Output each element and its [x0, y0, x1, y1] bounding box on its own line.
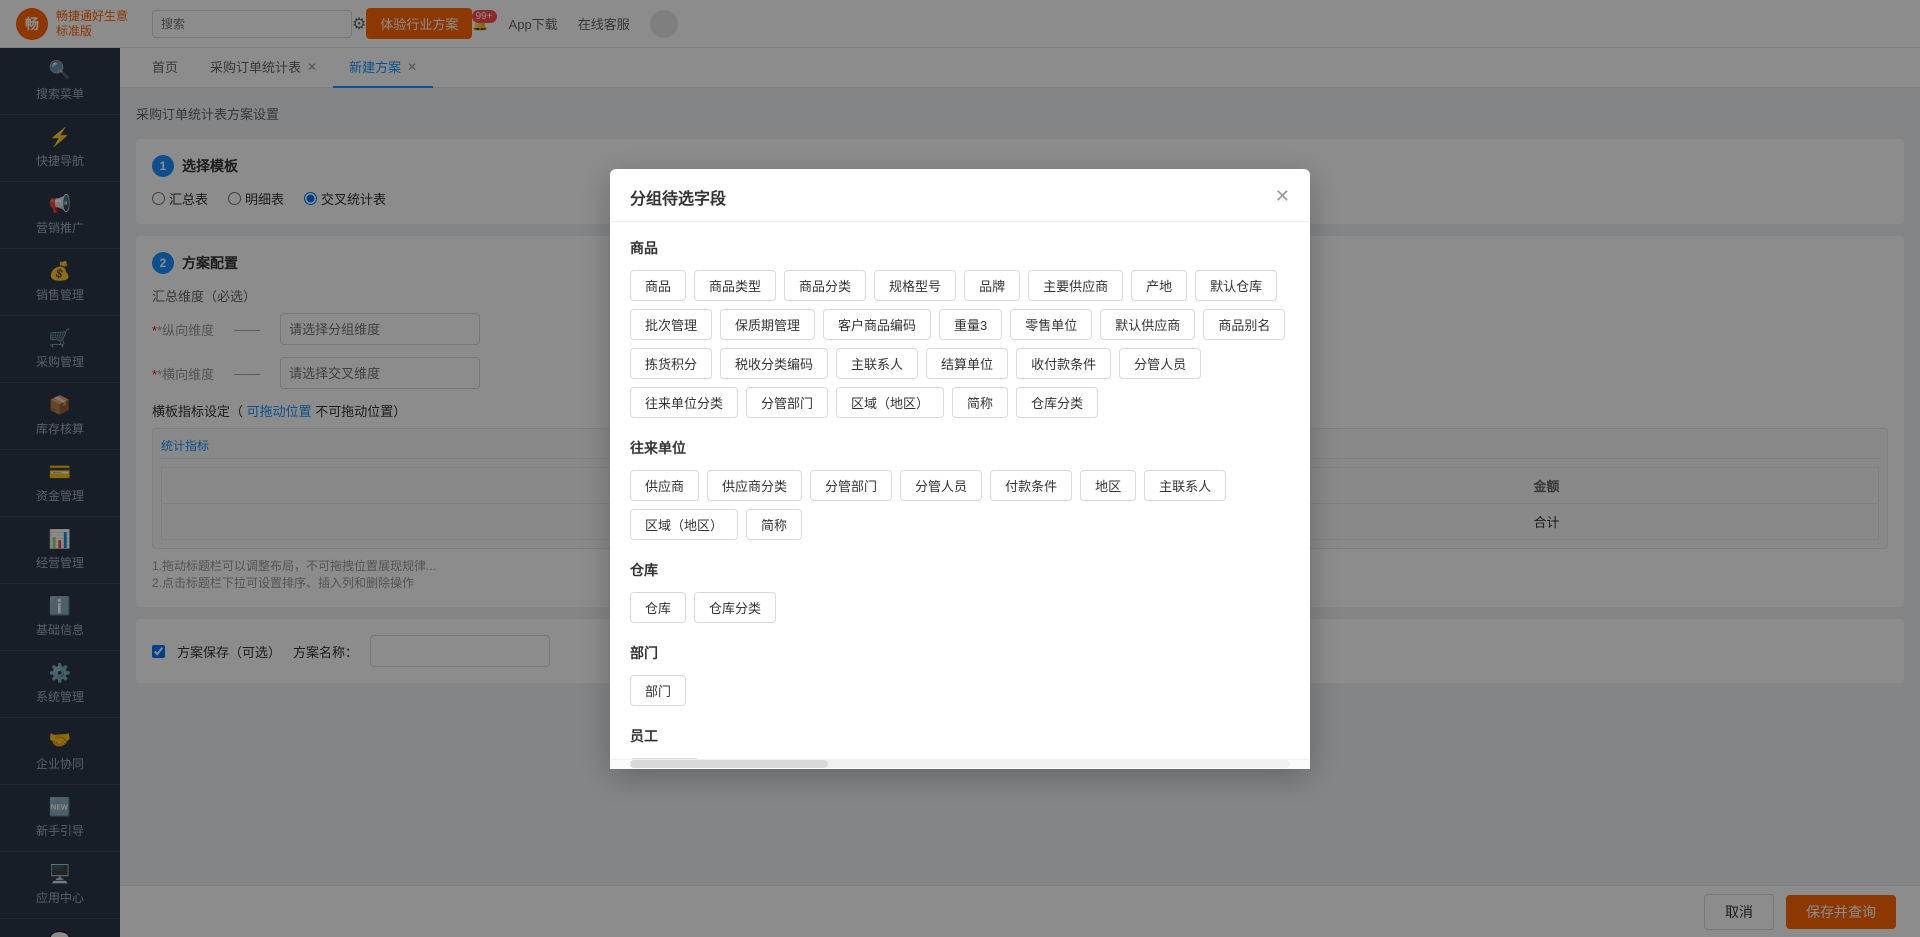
- section-title-4: 员工: [630, 726, 1290, 746]
- field-tag-default_warehouse[interactable]: 默认仓库: [1195, 270, 1277, 301]
- field-tag-warehouse[interactable]: 仓库: [630, 592, 686, 623]
- section-title-1: 往来单位: [630, 438, 1290, 458]
- field-section-1: 往来单位供应商供应商分类分管部门分管人员付款条件地区主联系人区域（地区） 简称: [630, 438, 1290, 540]
- field-tag-settlement_unit[interactable]: 结算单位: [926, 348, 1008, 379]
- field-tag-unit_region[interactable]: 区域（地区）: [630, 509, 738, 540]
- scrollbar-thumb: [630, 760, 828, 768]
- field-tag-charge_person[interactable]: 分管人员: [1119, 348, 1201, 379]
- field-tag-goods_alias[interactable]: 商品别名: [1203, 309, 1285, 340]
- field-tag-abbr[interactable]: 简称: [952, 387, 1008, 418]
- field-tag-unit_charge_dept[interactable]: 分管部门: [810, 470, 892, 501]
- field-tag-brand[interactable]: 品牌: [964, 270, 1020, 301]
- section-title-0: 商品: [630, 238, 1290, 258]
- field-tag-batch_mgmt[interactable]: 批次管理: [630, 309, 712, 340]
- field-tags-1: 供应商供应商分类分管部门分管人员付款条件地区主联系人区域（地区） 简称: [630, 470, 1290, 540]
- field-tag-warehouse_category[interactable]: 仓库分类: [1016, 387, 1098, 418]
- field-tag-customer_goods_code[interactable]: 客户商品编码: [823, 309, 931, 340]
- modal-overlay[interactable]: 分组待选字段 ✕ 商品商品商品类型商品分类规格型号品牌主要供应商产地默认仓库批次…: [0, 0, 1920, 937]
- field-tag-goods[interactable]: 商品: [630, 270, 686, 301]
- field-tag-goods_category[interactable]: 商品分类: [784, 270, 866, 301]
- field-tag-dept[interactable]: 部门: [630, 675, 686, 706]
- field-tag-district[interactable]: 地区: [1080, 470, 1136, 501]
- modal-title: 分组待选字段: [630, 185, 726, 209]
- field-section-4: 员工业务员: [630, 726, 1290, 760]
- field-tags-0: 商品商品类型商品分类规格型号品牌主要供应商产地默认仓库批次管理保质期管理客户商品…: [630, 270, 1290, 418]
- modal-header: 分组待选字段 ✕: [610, 169, 1310, 222]
- field-section-2: 仓库仓库仓库分类: [630, 560, 1290, 623]
- horizontal-scrollbar[interactable]: [630, 760, 1290, 768]
- modal-body: 商品商品商品类型商品分类规格型号品牌主要供应商产地默认仓库批次管理保质期管理客户…: [610, 222, 1310, 760]
- modal-footer-scroll: [610, 759, 1310, 769]
- field-tag-goods_spec[interactable]: 规格型号: [874, 270, 956, 301]
- field-tag-weight3[interactable]: 重量3: [939, 309, 1002, 340]
- field-tags-3: 部门: [630, 675, 1290, 706]
- section-title-2: 仓库: [630, 560, 1290, 580]
- field-tag-unit_category[interactable]: 往来单位分类: [630, 387, 738, 418]
- field-tag-wh_category[interactable]: 仓库分类: [694, 592, 776, 623]
- field-section-3: 部门部门: [630, 643, 1290, 706]
- field-tag-main_supplier[interactable]: 主要供应商: [1028, 270, 1123, 301]
- field-section-0: 商品商品商品类型商品分类规格型号品牌主要供应商产地默认仓库批次管理保质期管理客户…: [630, 238, 1290, 418]
- field-tag-default_supplier[interactable]: 默认供应商: [1100, 309, 1195, 340]
- field-tag-expiry_mgmt[interactable]: 保质期管理: [720, 309, 815, 340]
- field-tag-main_contact[interactable]: 主联系人: [836, 348, 918, 379]
- section-title-3: 部门: [630, 643, 1290, 663]
- field-tag-goods_type[interactable]: 商品类型: [694, 270, 776, 301]
- field-tag-retail_unit[interactable]: 零售单位: [1010, 309, 1092, 340]
- field-tag-unit_main_contact[interactable]: 主联系人: [1144, 470, 1226, 501]
- field-tags-2: 仓库仓库分类: [630, 592, 1290, 623]
- field-tag-pick_score[interactable]: 拣货积分: [630, 348, 712, 379]
- close-icon[interactable]: ✕: [1275, 186, 1290, 207]
- field-tag-supplier[interactable]: 供应商: [630, 470, 699, 501]
- field-tag-unit_abbr[interactable]: 简称: [746, 509, 802, 540]
- field-tag-charge_dept[interactable]: 分管部门: [746, 387, 828, 418]
- field-tag-payment_cond[interactable]: 付款条件: [990, 470, 1072, 501]
- field-tag-supplier_category[interactable]: 供应商分类: [707, 470, 802, 501]
- field-tag-payment_terms[interactable]: 收付款条件: [1016, 348, 1111, 379]
- field-tag-tax_category_code[interactable]: 税收分类编码: [720, 348, 828, 379]
- field-tag-origin[interactable]: 产地: [1131, 270, 1187, 301]
- field-tag-unit_charge_person[interactable]: 分管人员: [900, 470, 982, 501]
- field-tag-region[interactable]: 区域（地区）: [836, 387, 944, 418]
- field-select-modal: 分组待选字段 ✕ 商品商品商品类型商品分类规格型号品牌主要供应商产地默认仓库批次…: [610, 169, 1310, 769]
